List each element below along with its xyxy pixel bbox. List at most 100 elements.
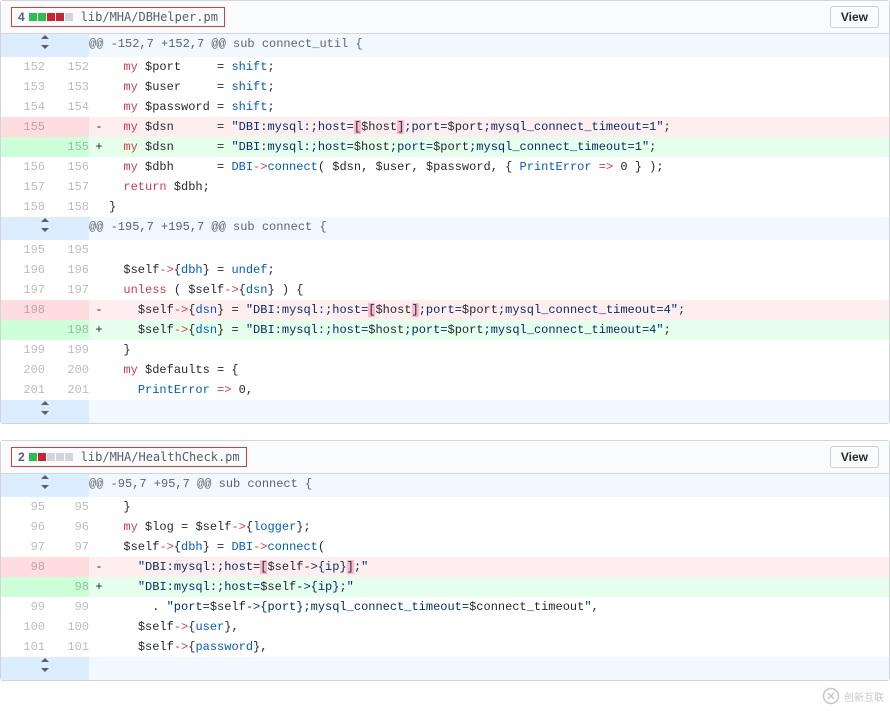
code-content: my $password = shift;: [109, 97, 889, 117]
line-number-new[interactable]: 196: [45, 260, 89, 280]
line-number-new[interactable]: 101: [45, 637, 89, 657]
line-number-new[interactable]: 155: [45, 137, 89, 157]
line-number-new[interactable]: [45, 300, 89, 320]
line-number-new[interactable]: 200: [45, 360, 89, 380]
line-number-old[interactable]: 101: [1, 637, 45, 657]
diff-table: @@ -95,7 +95,7 @@ sub connect {9595 }969…: [1, 474, 889, 680]
line-number-old[interactable]: 154: [1, 97, 45, 117]
line-number-old[interactable]: 198: [1, 300, 45, 320]
code-content: }: [109, 340, 889, 360]
code-content: $self->{password},: [109, 637, 889, 657]
expand-icon[interactable]: [1, 217, 89, 240]
diffstat-block-add: [29, 13, 37, 21]
code-line: 155- my $dsn = "DBI:mysql:;host=[$host];…: [1, 117, 889, 137]
line-number-old[interactable]: 152: [1, 57, 45, 77]
diff-marker: [89, 157, 109, 177]
line-number-old[interactable]: 153: [1, 77, 45, 97]
line-number-old[interactable]: 97: [1, 537, 45, 557]
line-number-new[interactable]: [45, 557, 89, 577]
view-button[interactable]: View: [830, 446, 879, 468]
diff-marker: [89, 380, 109, 400]
hunk-header-row: @@ -95,7 +95,7 @@ sub connect {: [1, 474, 889, 497]
line-number-old[interactable]: 197: [1, 280, 45, 300]
line-number-old[interactable]: 158: [1, 197, 45, 217]
line-number-new[interactable]: 96: [45, 517, 89, 537]
code-content: return $dbh;: [109, 177, 889, 197]
line-number-new[interactable]: 153: [45, 77, 89, 97]
diff-marker: -: [89, 300, 109, 320]
code-line: 9797 $self->{dbh} = DBI->connect(: [1, 537, 889, 557]
line-number-old[interactable]: 156: [1, 157, 45, 177]
file-path[interactable]: lib/MHA/DBHelper.pm: [81, 10, 218, 24]
code-content: }: [109, 197, 889, 217]
line-number-old[interactable]: 157: [1, 177, 45, 197]
code-line: 198- $self->{dsn} = "DBI:mysql:;host=[$h…: [1, 300, 889, 320]
line-number-new[interactable]: 98: [45, 577, 89, 597]
diff-marker: +: [89, 577, 109, 597]
line-number-new[interactable]: 158: [45, 197, 89, 217]
code-content: $self->{dbh} = undef;: [109, 260, 889, 280]
line-number-old[interactable]: 200: [1, 360, 45, 380]
line-number-new[interactable]: 100: [45, 617, 89, 637]
line-number-old[interactable]: 100: [1, 617, 45, 637]
diff-marker: -: [89, 557, 109, 577]
code-line: 199199 }: [1, 340, 889, 360]
diff-table: @@ -152,7 +152,7 @@ sub connect_util {15…: [1, 34, 889, 423]
watermark: 创新互联: [822, 687, 884, 705]
line-number-new[interactable]: 197: [45, 280, 89, 300]
expand-icon[interactable]: [1, 657, 89, 680]
line-number-old[interactable]: 155: [1, 117, 45, 137]
file-header: 4lib/MHA/DBHelper.pmView: [1, 1, 889, 34]
view-button[interactable]: View: [830, 6, 879, 28]
line-number-new[interactable]: [45, 117, 89, 137]
line-number-old[interactable]: [1, 320, 45, 340]
line-number-old[interactable]: 96: [1, 517, 45, 537]
line-number-old[interactable]: 195: [1, 240, 45, 260]
hunk-header-text: @@ -195,7 +195,7 @@ sub connect {: [89, 217, 889, 240]
expand-icon[interactable]: [1, 34, 89, 57]
diff-marker: +: [89, 320, 109, 340]
line-number-old[interactable]: [1, 577, 45, 597]
diff-container: 4lib/MHA/DBHelper.pmView@@ -152,7 +152,7…: [0, 0, 890, 681]
line-number-old[interactable]: [1, 137, 45, 157]
line-number-old[interactable]: 199: [1, 340, 45, 360]
diff-marker: -: [89, 117, 109, 137]
expand-icon[interactable]: [1, 400, 89, 423]
line-number-new[interactable]: 156: [45, 157, 89, 177]
line-number-new[interactable]: 97: [45, 537, 89, 557]
diffstat-blocks: [29, 453, 73, 461]
line-number-old[interactable]: 95: [1, 497, 45, 517]
expand-icon[interactable]: [1, 474, 89, 497]
diff-marker: [89, 617, 109, 637]
code-line: 9696 my $log = $self->{logger};: [1, 517, 889, 537]
line-number-new[interactable]: 199: [45, 340, 89, 360]
code-line: 197197 unless ( $self->{dsn} ) {: [1, 280, 889, 300]
line-number-old[interactable]: 196: [1, 260, 45, 280]
code-line: 155+ my $dsn = "DBI:mysql:;host=$host;po…: [1, 137, 889, 157]
code-line: 156156 my $dbh = DBI->connect( $dsn, $us…: [1, 157, 889, 177]
file-path[interactable]: lib/MHA/HealthCheck.pm: [81, 450, 240, 464]
line-number-new[interactable]: 157: [45, 177, 89, 197]
diff-marker: [89, 197, 109, 217]
line-number-new[interactable]: 201: [45, 380, 89, 400]
line-number-old[interactable]: 98: [1, 557, 45, 577]
line-number-new[interactable]: 198: [45, 320, 89, 340]
code-line: 153153 my $user = shift;: [1, 77, 889, 97]
code-line: 196196 $self->{dbh} = undef;: [1, 260, 889, 280]
line-number-new[interactable]: 195: [45, 240, 89, 260]
diffstat-block-del: [56, 13, 64, 21]
line-number-old[interactable]: 201: [1, 380, 45, 400]
diff-marker: [89, 517, 109, 537]
expand-spacer: [89, 657, 889, 680]
diff-marker: [89, 340, 109, 360]
line-number-new[interactable]: 95: [45, 497, 89, 517]
line-number-new[interactable]: 152: [45, 57, 89, 77]
expand-spacer: [89, 400, 889, 423]
code-line: 98- "DBI:mysql:;host=[$self->{ip}];": [1, 557, 889, 577]
code-line: 158158}: [1, 197, 889, 217]
code-line: 152152 my $port = shift;: [1, 57, 889, 77]
code-line: 201201 PrintError => 0,: [1, 380, 889, 400]
line-number-old[interactable]: 99: [1, 597, 45, 617]
line-number-new[interactable]: 99: [45, 597, 89, 617]
line-number-new[interactable]: 154: [45, 97, 89, 117]
